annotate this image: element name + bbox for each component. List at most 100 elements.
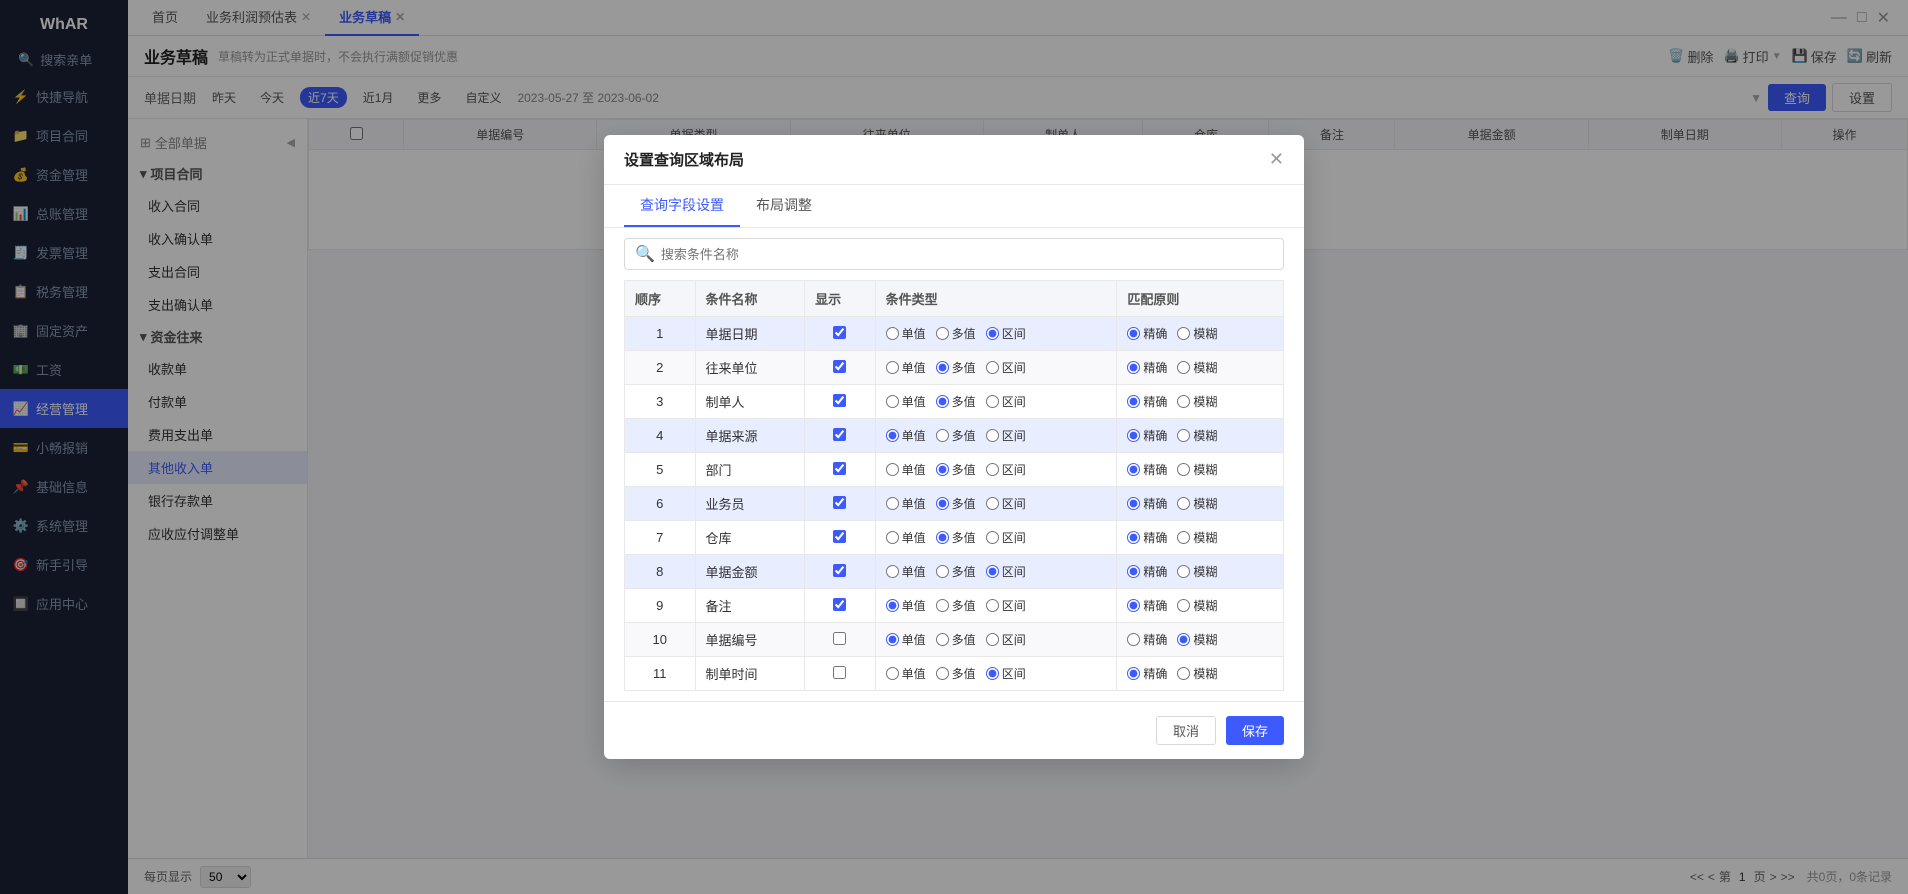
- cond-type-radio[interactable]: [936, 667, 949, 680]
- cond-type-option[interactable]: 单值: [886, 461, 926, 478]
- match-rule-option[interactable]: 模糊: [1177, 325, 1217, 342]
- match-rule-radio[interactable]: [1177, 531, 1190, 544]
- cond-type-option[interactable]: 单值: [886, 665, 926, 682]
- cond-type-radio[interactable]: [886, 565, 899, 578]
- match-rule-option[interactable]: 精确: [1127, 427, 1167, 444]
- match-rule-option[interactable]: 精确: [1127, 529, 1167, 546]
- cond-type-option[interactable]: 多值: [936, 495, 976, 512]
- cond-type-option[interactable]: 区间: [986, 393, 1026, 410]
- match-rule-radio[interactable]: [1177, 667, 1190, 680]
- cond-type-option[interactable]: 多值: [936, 563, 976, 580]
- match-rule-option[interactable]: 模糊: [1177, 427, 1217, 444]
- match-rule-radio[interactable]: [1177, 429, 1190, 442]
- modal-tab-layout[interactable]: 布局调整: [740, 185, 828, 227]
- cond-type-option[interactable]: 单值: [886, 563, 926, 580]
- cond-type-option[interactable]: 多值: [936, 393, 976, 410]
- display-checkbox[interactable]: [833, 360, 846, 373]
- cond-type-radio[interactable]: [886, 667, 899, 680]
- cond-type-radio[interactable]: [986, 395, 999, 408]
- cond-type-radio[interactable]: [986, 463, 999, 476]
- display-checkbox[interactable]: [833, 530, 846, 543]
- cond-type-radio[interactable]: [936, 497, 949, 510]
- match-rule-option[interactable]: 精确: [1127, 665, 1167, 682]
- match-rule-radio[interactable]: [1127, 327, 1140, 340]
- match-rule-radio[interactable]: [1177, 599, 1190, 612]
- cond-type-radio[interactable]: [886, 395, 899, 408]
- cond-type-radio[interactable]: [886, 463, 899, 476]
- display-checkbox-item[interactable]: [815, 666, 865, 682]
- cond-type-radio[interactable]: [936, 565, 949, 578]
- cond-type-radio[interactable]: [936, 599, 949, 612]
- match-rule-radio[interactable]: [1127, 599, 1140, 612]
- match-rule-option[interactable]: 模糊: [1177, 597, 1217, 614]
- cond-type-radio[interactable]: [886, 633, 899, 646]
- display-checkbox[interactable]: [833, 394, 846, 407]
- cond-type-option[interactable]: 区间: [986, 325, 1026, 342]
- modal-close-button[interactable]: ✕: [1269, 149, 1284, 170]
- cond-type-option[interactable]: 区间: [986, 563, 1026, 580]
- cond-type-option[interactable]: 多值: [936, 631, 976, 648]
- cond-type-option[interactable]: 多值: [936, 325, 976, 342]
- match-rule-option[interactable]: 模糊: [1177, 495, 1217, 512]
- display-checkbox[interactable]: [833, 496, 846, 509]
- cond-type-option[interactable]: 区间: [986, 461, 1026, 478]
- cond-type-option[interactable]: 多值: [936, 427, 976, 444]
- display-checkbox-item[interactable]: [815, 632, 865, 648]
- cond-type-option[interactable]: 单值: [886, 597, 926, 614]
- display-checkbox-item[interactable]: [815, 530, 865, 546]
- match-rule-radio[interactable]: [1127, 429, 1140, 442]
- cond-type-radio[interactable]: [986, 599, 999, 612]
- cond-type-option[interactable]: 区间: [986, 495, 1026, 512]
- display-checkbox[interactable]: [833, 564, 846, 577]
- match-rule-radio[interactable]: [1127, 565, 1140, 578]
- cond-type-radio[interactable]: [936, 463, 949, 476]
- match-rule-radio[interactable]: [1177, 565, 1190, 578]
- cond-type-radio[interactable]: [936, 633, 949, 646]
- match-rule-radio[interactable]: [1127, 531, 1140, 544]
- cond-type-radio[interactable]: [986, 531, 999, 544]
- modal-search-box[interactable]: 🔍: [624, 238, 1284, 270]
- cond-type-radio[interactable]: [886, 429, 899, 442]
- match-rule-option[interactable]: 模糊: [1177, 631, 1217, 648]
- display-checkbox-item[interactable]: [815, 496, 865, 512]
- cond-type-option[interactable]: 单值: [886, 393, 926, 410]
- modal-tab-field-settings[interactable]: 查询字段设置: [624, 185, 740, 227]
- match-rule-option[interactable]: 模糊: [1177, 529, 1217, 546]
- match-rule-option[interactable]: 模糊: [1177, 665, 1217, 682]
- cond-type-radio[interactable]: [986, 667, 999, 680]
- cond-type-radio[interactable]: [936, 327, 949, 340]
- cond-type-option[interactable]: 区间: [986, 665, 1026, 682]
- match-rule-radio[interactable]: [1177, 497, 1190, 510]
- match-rule-radio[interactable]: [1177, 395, 1190, 408]
- match-rule-option[interactable]: 精确: [1127, 461, 1167, 478]
- cond-type-option[interactable]: 多值: [936, 529, 976, 546]
- cond-type-radio[interactable]: [886, 599, 899, 612]
- modal-search-input[interactable]: [661, 247, 1273, 262]
- match-rule-radio[interactable]: [1127, 395, 1140, 408]
- match-rule-option[interactable]: 模糊: [1177, 563, 1217, 580]
- cond-type-radio[interactable]: [886, 361, 899, 374]
- match-rule-radio[interactable]: [1177, 463, 1190, 476]
- match-rule-option[interactable]: 精确: [1127, 597, 1167, 614]
- match-rule-option[interactable]: 精确: [1127, 563, 1167, 580]
- cond-type-option[interactable]: 多值: [936, 359, 976, 376]
- match-rule-option[interactable]: 精确: [1127, 325, 1167, 342]
- match-rule-radio[interactable]: [1127, 667, 1140, 680]
- display-checkbox[interactable]: [833, 598, 846, 611]
- match-rule-radio[interactable]: [1177, 633, 1190, 646]
- match-rule-option[interactable]: 精确: [1127, 393, 1167, 410]
- cond-type-radio[interactable]: [936, 395, 949, 408]
- match-rule-option[interactable]: 模糊: [1177, 359, 1217, 376]
- cond-type-option[interactable]: 区间: [986, 597, 1026, 614]
- cond-type-radio[interactable]: [986, 361, 999, 374]
- cond-type-radio[interactable]: [936, 429, 949, 442]
- match-rule-option[interactable]: 精确: [1127, 495, 1167, 512]
- cond-type-radio[interactable]: [936, 531, 949, 544]
- match-rule-radio[interactable]: [1127, 361, 1140, 374]
- cond-type-option[interactable]: 单值: [886, 359, 926, 376]
- cancel-button[interactable]: 取消: [1156, 716, 1216, 745]
- display-checkbox[interactable]: [833, 326, 846, 339]
- match-rule-radio[interactable]: [1177, 361, 1190, 374]
- cond-type-option[interactable]: 多值: [936, 665, 976, 682]
- cond-type-option[interactable]: 区间: [986, 427, 1026, 444]
